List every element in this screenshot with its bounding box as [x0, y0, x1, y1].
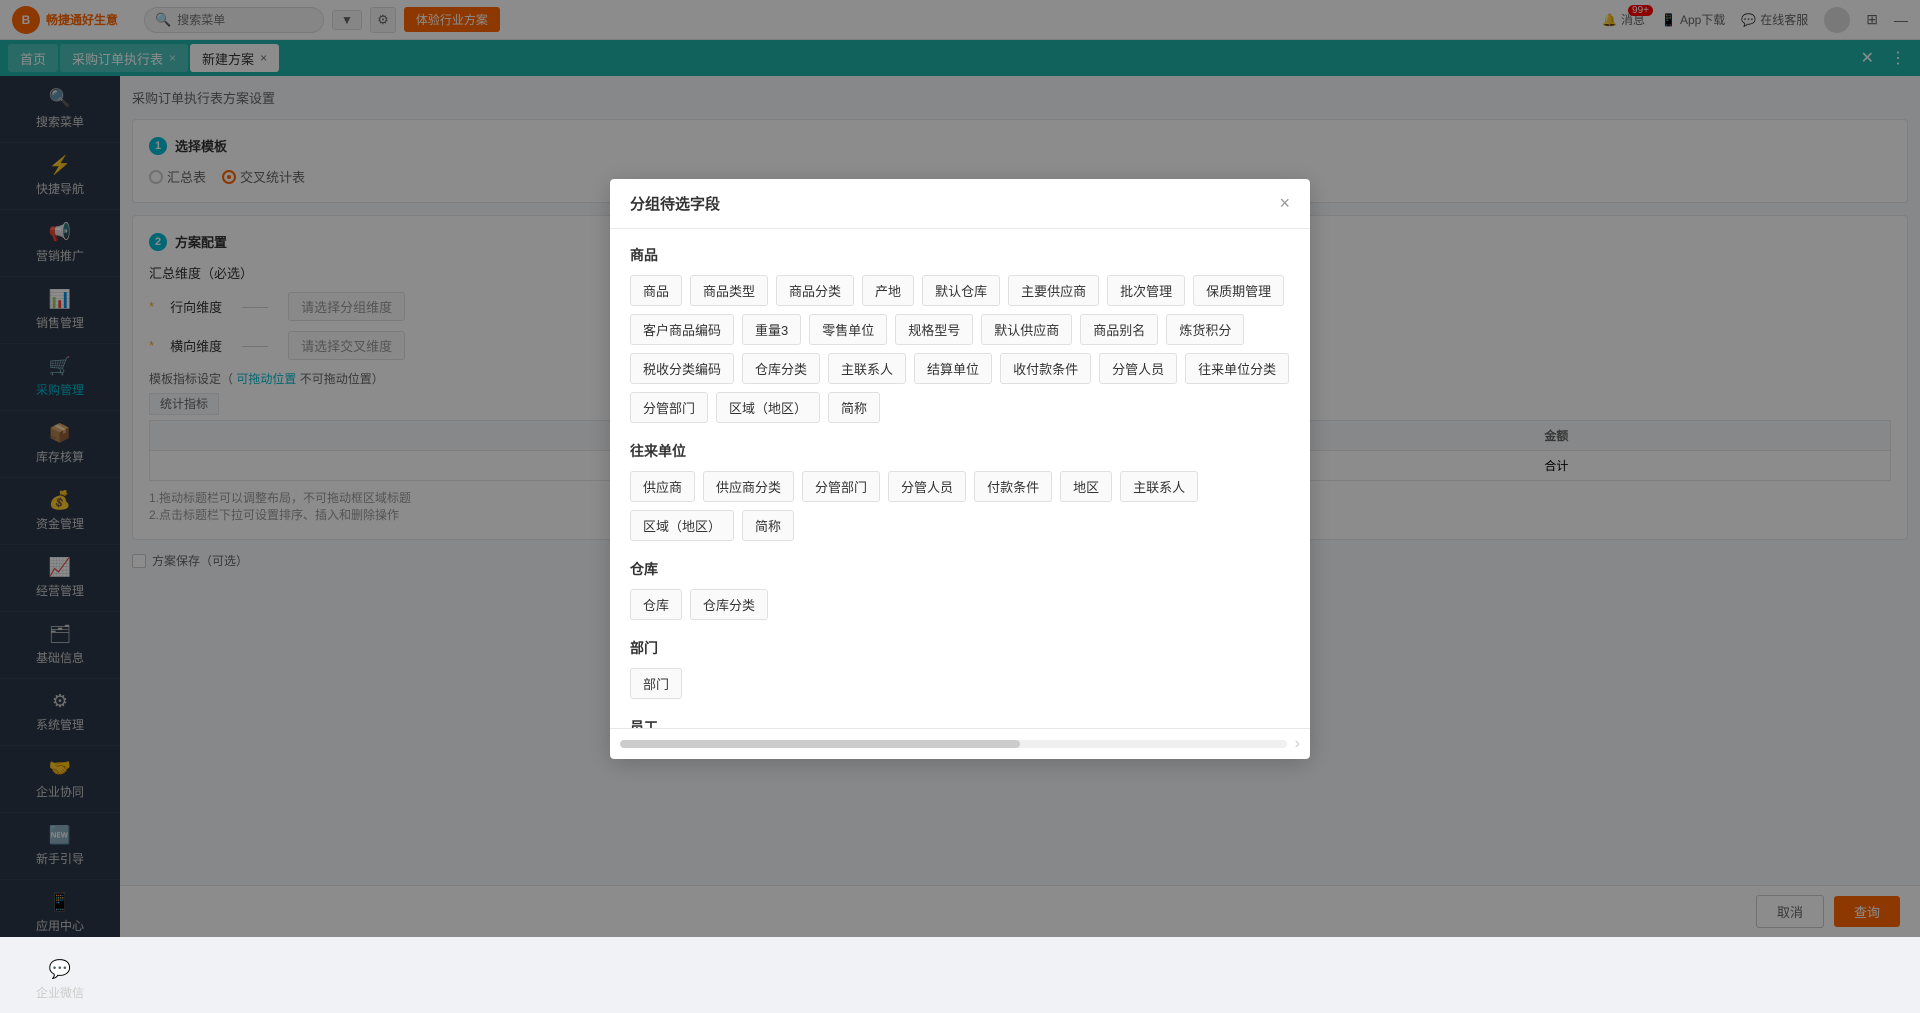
field-tag[interactable]: 往来单位分类 [1185, 353, 1289, 384]
field-tag[interactable]: 主联系人 [828, 353, 906, 384]
field-tag[interactable]: 供应商分类 [703, 471, 794, 502]
field-tag[interactable]: 默认供应商 [981, 314, 1072, 345]
modal-overlay: 分组待选字段 × 商品 商品 商品类型 商品分类 产地 默认仓库 主要供应商 批… [0, 0, 1920, 937]
field-tag[interactable]: 分管人员 [888, 471, 966, 502]
field-tag[interactable]: 分管部门 [802, 471, 880, 502]
group-title-dept: 部门 [630, 638, 1290, 658]
field-tag[interactable]: 重量3 [742, 314, 801, 345]
field-tag[interactable]: 零售单位 [809, 314, 887, 345]
group-title-warehouse: 仓库 [630, 559, 1290, 579]
field-tag[interactable]: 税收分类编码 [630, 353, 734, 384]
field-tag[interactable]: 简称 [742, 510, 794, 541]
field-tag[interactable]: 主联系人 [1120, 471, 1198, 502]
scrollbar-thumb [620, 740, 1020, 748]
field-group-partner: 往来单位 供应商 供应商分类 分管部门 分管人员 付款条件 地区 主联系人 区域… [630, 441, 1290, 541]
field-group-staff: 员工 业务员 [630, 717, 1290, 728]
horizontal-scrollbar[interactable] [620, 740, 1287, 748]
field-tag[interactable]: 结算单位 [914, 353, 992, 384]
field-group-product: 商品 商品 商品类型 商品分类 产地 默认仓库 主要供应商 批次管理 保质期管理… [630, 245, 1290, 423]
field-tag[interactable]: 保质期管理 [1193, 275, 1284, 306]
field-tag[interactable]: 商品别名 [1080, 314, 1158, 345]
field-tag[interactable]: 仓库分类 [742, 353, 820, 384]
modal-scroll-bar: › [610, 728, 1310, 759]
modal-body: 商品 商品 商品类型 商品分类 产地 默认仓库 主要供应商 批次管理 保质期管理… [610, 229, 1310, 728]
field-tags-warehouse: 仓库 仓库分类 [630, 589, 1290, 620]
field-tag[interactable]: 地区 [1060, 471, 1112, 502]
field-tag[interactable]: 产地 [862, 275, 914, 306]
modal-title: 分组待选字段 [630, 193, 720, 214]
field-group-dept: 部门 部门 [630, 638, 1290, 699]
field-tag[interactable]: 区域（地区） [716, 392, 820, 423]
field-tag[interactable]: 仓库 [630, 589, 682, 620]
group-title-staff: 员工 [630, 717, 1290, 728]
field-tag[interactable]: 商品分类 [776, 275, 854, 306]
field-tag[interactable]: 默认仓库 [922, 275, 1000, 306]
modal-close-btn[interactable]: × [1279, 193, 1290, 214]
field-tag[interactable]: 区域（地区） [630, 510, 734, 541]
field-tag[interactable]: 供应商 [630, 471, 695, 502]
modal-header: 分组待选字段 × [610, 179, 1310, 229]
group-title-product: 商品 [630, 245, 1290, 265]
field-tag[interactable]: 仓库分类 [690, 589, 768, 620]
field-tags-product: 商品 商品类型 商品分类 产地 默认仓库 主要供应商 批次管理 保质期管理 客户… [630, 275, 1290, 423]
field-tag[interactable]: 部门 [630, 668, 682, 699]
field-tag[interactable]: 主要供应商 [1008, 275, 1099, 306]
field-tag[interactable]: 分管部门 [630, 392, 708, 423]
scroll-right-icon[interactable]: › [1295, 735, 1300, 753]
field-tag[interactable]: 客户商品编码 [630, 314, 734, 345]
field-tag[interactable]: 炼货积分 [1166, 314, 1244, 345]
field-tag[interactable]: 规格型号 [895, 314, 973, 345]
field-tag[interactable]: 付款条件 [974, 471, 1052, 502]
field-tag[interactable]: 分管人员 [1099, 353, 1177, 384]
field-tag[interactable]: 收付款条件 [1000, 353, 1091, 384]
field-tag[interactable]: 简称 [828, 392, 880, 423]
modal-field-selector: 分组待选字段 × 商品 商品 商品类型 商品分类 产地 默认仓库 主要供应商 批… [610, 179, 1310, 759]
field-tag[interactable]: 商品类型 [690, 275, 768, 306]
group-title-partner: 往来单位 [630, 441, 1290, 461]
field-tags-dept: 部门 [630, 668, 1290, 699]
field-tags-partner: 供应商 供应商分类 分管部门 分管人员 付款条件 地区 主联系人 区域（地区） … [630, 471, 1290, 541]
field-group-warehouse: 仓库 仓库 仓库分类 [630, 559, 1290, 620]
field-tag[interactable]: 批次管理 [1107, 275, 1185, 306]
field-tag[interactable]: 商品 [630, 275, 682, 306]
